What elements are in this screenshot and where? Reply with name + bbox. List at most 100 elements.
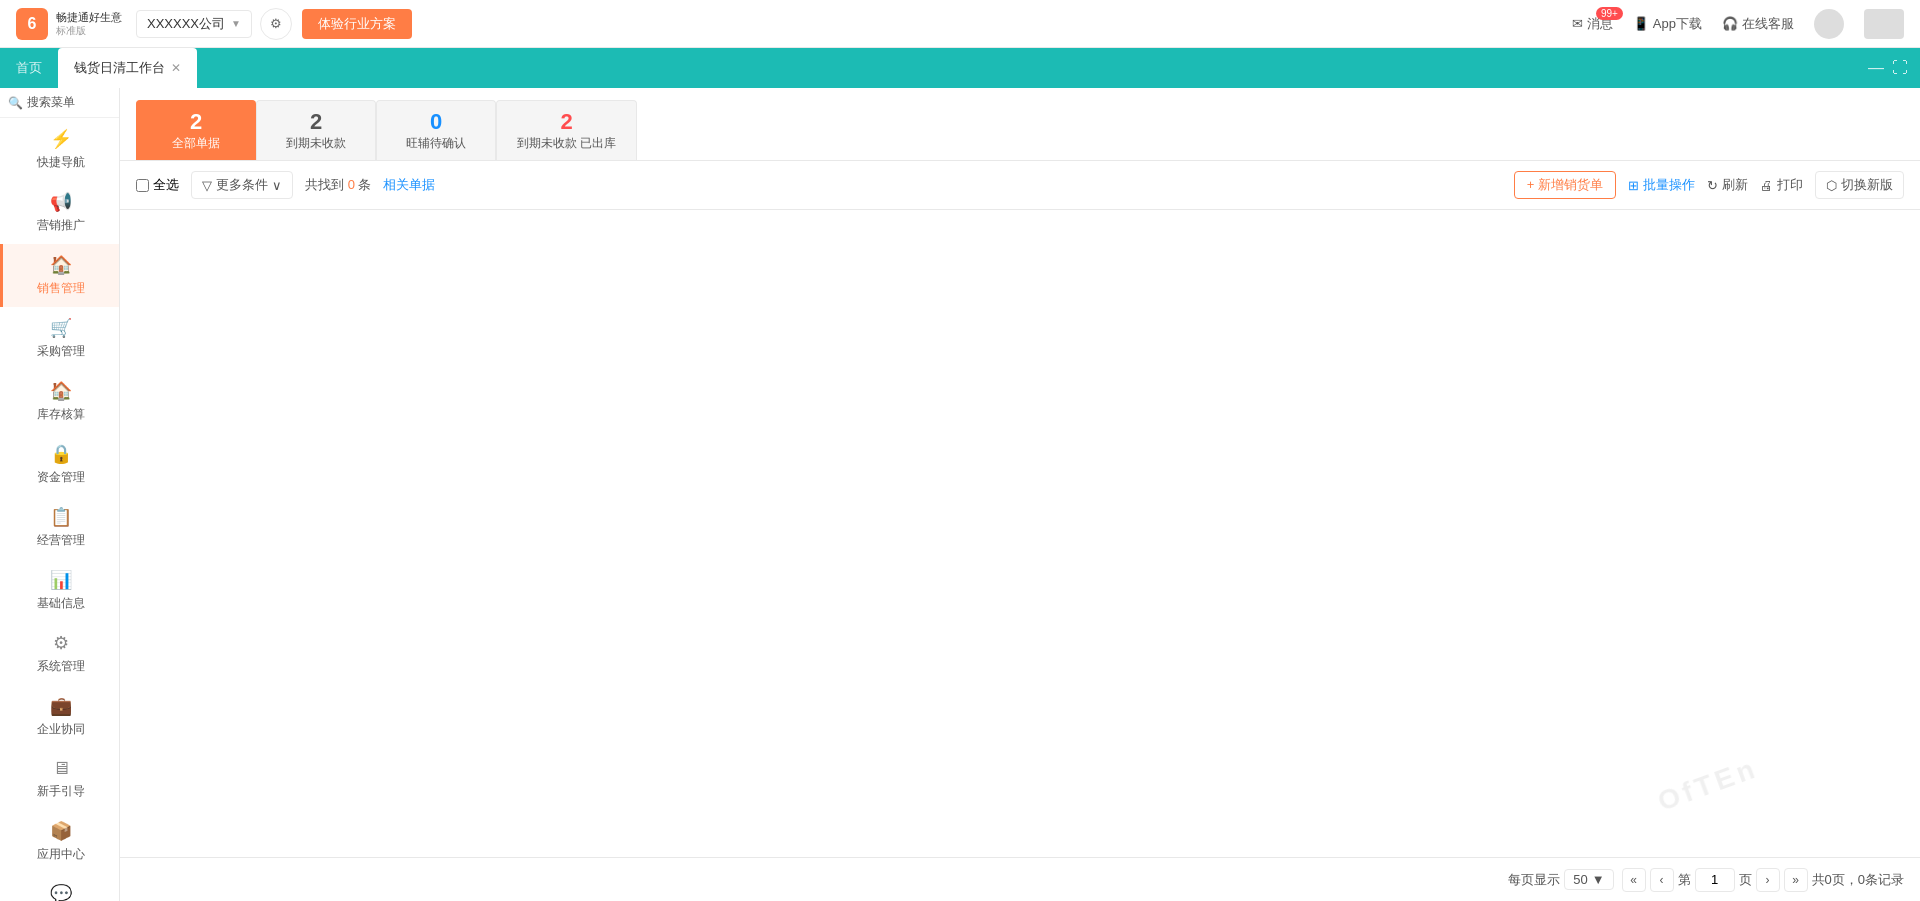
switch-icon: ⬡ [1826,178,1837,193]
phone-icon: 📱 [1633,16,1649,31]
switch-label: 切换新版 [1841,176,1893,194]
tab-home[interactable]: 首页 [0,48,58,88]
toolbar: 全选 ▽ 更多条件 ∨ 共找到 0 条 相关单据 + 新增销货单 ⊞ 批量操作 [120,161,1920,210]
total-count-label: 共0页，0条记录 [1812,871,1904,889]
settings-button[interactable]: ⚙ [260,8,292,40]
sidebar-item-marketing-label: 营销推广 [37,217,85,234]
page-size-arrow-icon: ▼ [1592,872,1605,887]
page-size-selector: 每页显示 50 ▼ [1508,869,1613,890]
tab-workbench[interactable]: 钱货日清工作台 ✕ [58,48,197,88]
sidebar: 🔍 搜索菜单 ⚡ 快捷导航 📢 营销推广 🏠 销售管理 🛒 采购管理 🏠 库存核… [0,88,120,901]
stats-tabs: 2 全部单据 2 到期未收款 0 旺辅待确认 2 到期未收款 已出库 [136,100,1904,160]
stats-tab-overdue-label: 到期未收款 [286,136,346,150]
sidebar-item-app-center[interactable]: 📦 应用中心 [0,810,119,873]
sidebar-search[interactable]: 🔍 搜索菜单 [0,88,119,118]
sidebar-item-basic-info[interactable]: 📊 基础信息 [0,559,119,622]
page-number-input[interactable] [1695,868,1735,892]
sidebar-item-system-label: 系统管理 [37,658,85,675]
marketing-icon: 📢 [50,191,72,213]
stats-bar: 2 全部单据 2 到期未收款 0 旺辅待确认 2 到期未收款 已出库 [120,88,1920,161]
found-count-text: 共找到 0 条 [305,176,371,194]
sidebar-item-app-center-label: 应用中心 [37,846,85,863]
message-badge: 99+ [1596,7,1623,20]
page-size-dropdown[interactable]: 50 ▼ [1564,869,1613,890]
sidebar-item-operation-label: 经营管理 [37,532,85,549]
stats-tab-overdue[interactable]: 2 到期未收款 [256,100,376,160]
stats-tab-overdue-out-label: 到期未收款 已出库 [517,136,616,150]
stats-tab-all-label: 全部单据 [172,136,220,150]
first-page-button[interactable]: « [1622,868,1646,892]
tab-close-icon[interactable]: ✕ [171,61,181,75]
user-name[interactable] [1864,9,1904,39]
related-link[interactable]: 相关单据 [383,176,435,194]
stats-tab-pending[interactable]: 0 旺辅待确认 [376,100,496,160]
sidebar-item-guide[interactable]: 🖥 新手引导 [0,748,119,810]
sidebar-item-system[interactable]: ⚙ 系统管理 [0,622,119,685]
per-page-label: 每页显示 [1508,871,1560,889]
sidebar-item-sales-label: 销售管理 [37,280,85,297]
app-tag: 标准版 [56,24,122,37]
tab-expand-icon[interactable]: ⛶ [1892,59,1908,77]
avatar[interactable] [1814,9,1844,39]
stats-tab-overdue-num: 2 [277,109,355,135]
filter-icon: ▽ [202,178,212,193]
top-right: ✉ 消息 99+ 📱 App下载 🎧 在线客服 [1572,9,1904,39]
batch-operation-button[interactable]: ⊞ 批量操作 [1628,176,1695,194]
online-service-btn[interactable]: 🎧 在线客服 [1722,15,1794,33]
last-page-button[interactable]: » [1784,868,1808,892]
sidebar-item-inventory[interactable]: 🏠 库存核算 [0,370,119,433]
refresh-button[interactable]: ↻ 刷新 [1707,176,1748,194]
top-bar: 6 畅捷通好生意 标准版 XXXXXX公司 ▼ ⚙ 体验行业方案 ✉ 消息 99… [0,0,1920,48]
select-all-checkbox[interactable]: 全选 [136,176,179,194]
message-btn[interactable]: ✉ 消息 99+ [1572,15,1613,33]
online-service-label: 在线客服 [1742,15,1794,33]
sales-icon: 🏠 [50,254,72,276]
found-prefix: 共找到 [305,177,344,192]
logo-icon: 6 [16,8,48,40]
add-sale-order-button[interactable]: + 新增销货单 [1514,171,1616,199]
company-selector[interactable]: XXXXXX公司 ▼ [136,10,252,38]
search-label: 搜索菜单 [27,94,75,111]
stats-tab-all[interactable]: 2 全部单据 [136,100,256,160]
sidebar-item-marketing[interactable]: 📢 营销推广 [0,181,119,244]
filter-button[interactable]: ▽ 更多条件 ∨ [191,171,293,199]
logo-text: 畅捷通好生意 标准版 [56,10,122,37]
quick-nav-icon: ⚡ [50,128,72,150]
sidebar-item-purchase[interactable]: 🛒 采购管理 [0,307,119,370]
page-size-value: 50 [1573,872,1587,887]
message-icon: ✉ [1572,16,1583,31]
refresh-icon: ↻ [1707,178,1718,193]
filter-label: 更多条件 [216,176,268,194]
sidebar-item-guide-label: 新手引导 [37,783,85,800]
company-arrow-icon: ▼ [231,18,241,29]
experience-button[interactable]: 体验行业方案 [302,9,412,39]
stats-tab-overdue-out[interactable]: 2 到期未收款 已出库 [496,100,637,160]
sidebar-item-finance[interactable]: 🔒 资金管理 [0,433,119,496]
sidebar-item-quick-nav[interactable]: ⚡ 快捷导航 [0,118,119,181]
next-page-button[interactable]: › [1756,868,1780,892]
sidebar-item-operation[interactable]: 📋 经营管理 [0,496,119,559]
tab-minimize-icon[interactable]: — [1868,59,1884,77]
pagination-bar: 每页显示 50 ▼ « ‹ 第 页 › » 共0页，0条记录 [120,857,1920,901]
gear-icon: ⚙ [270,16,282,31]
batch-label: 批量操作 [1643,176,1695,194]
select-all-input[interactable] [136,179,149,192]
print-button[interactable]: 🖨 打印 [1760,176,1803,194]
content-area: 2 全部单据 2 到期未收款 0 旺辅待确认 2 到期未收款 已出库 [120,88,1920,901]
cooperation-icon: 💼 [50,695,72,717]
app-title: 畅捷通好生意 [56,10,122,24]
filter-arrow-icon: ∨ [272,178,282,193]
switch-version-button[interactable]: ⬡ 切换新版 [1815,171,1904,199]
print-icon: 🖨 [1760,178,1773,193]
sidebar-item-cooperation[interactable]: 💼 企业协同 [0,685,119,748]
main-layout: 🔍 搜索菜单 ⚡ 快捷导航 📢 营销推广 🏠 销售管理 🛒 采购管理 🏠 库存核… [0,88,1920,901]
app-download-btn[interactable]: 📱 App下载 [1633,15,1702,33]
sidebar-item-quick-nav-label: 快捷导航 [37,154,85,171]
stats-tab-pending-label: 旺辅待确认 [406,136,466,150]
sidebar-item-wechat[interactable]: 💬 企业微信 [0,873,119,901]
stats-tab-pending-num: 0 [397,109,475,135]
inventory-icon: 🏠 [50,380,72,402]
guide-icon: 🖥 [52,758,70,779]
sidebar-item-sales[interactable]: 🏠 销售管理 [0,244,119,307]
prev-page-button[interactable]: ‹ [1650,868,1674,892]
